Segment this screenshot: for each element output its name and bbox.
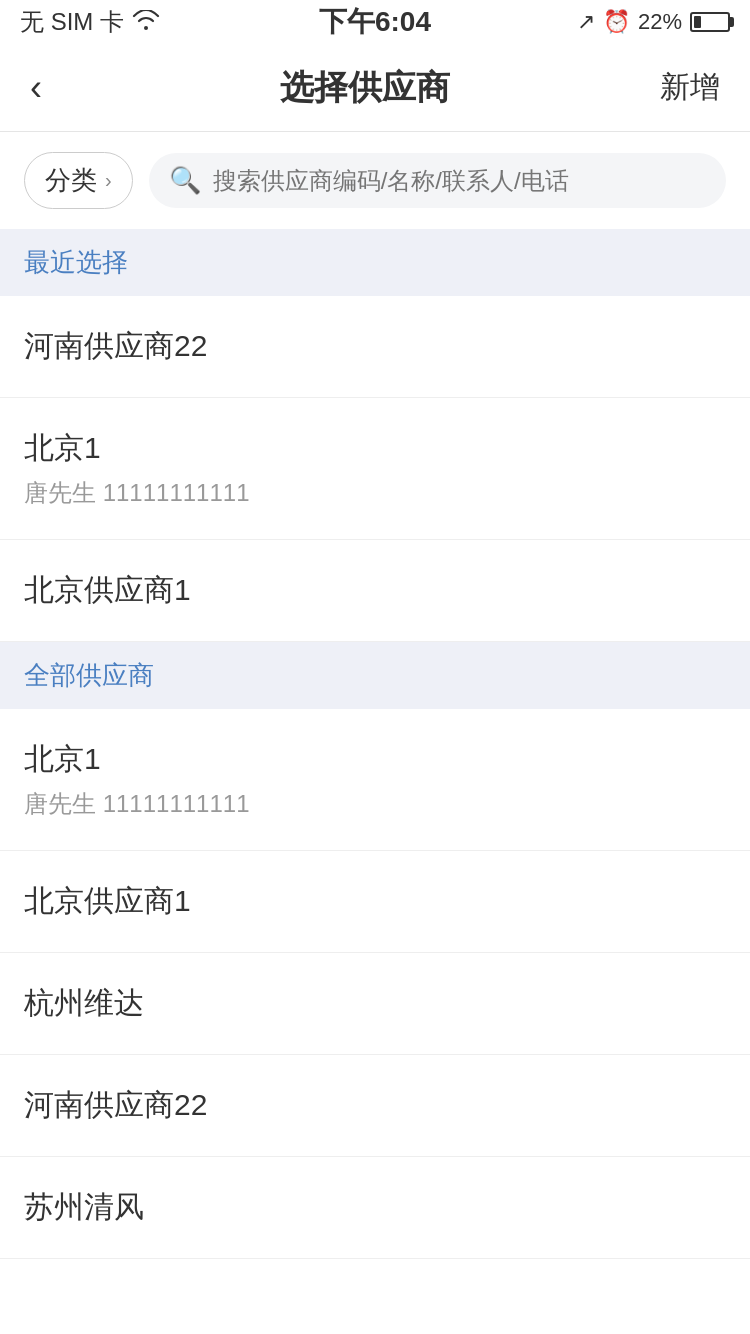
list-item[interactable]: 北京1 唐先生 11111111111 bbox=[0, 398, 750, 540]
list-item[interactable]: 北京供应商1 bbox=[0, 851, 750, 953]
search-area: 分类 › 🔍 bbox=[0, 132, 750, 229]
status-left: 无 SIM 卡 bbox=[20, 6, 160, 38]
search-input[interactable] bbox=[213, 167, 706, 195]
item-name: 北京供应商1 bbox=[24, 881, 726, 922]
battery-icon bbox=[690, 12, 730, 32]
status-right: ↗ ⏰ 22% bbox=[577, 9, 730, 35]
alarm-icon: ⏰ bbox=[603, 9, 630, 35]
all-list: 北京1 唐先生 11111111111 北京供应商1 杭州维达河南供应商22 苏州清风 bbox=[0, 709, 750, 1259]
nav-bar: ‹ 选择供应商 新增 bbox=[0, 44, 750, 132]
list-item[interactable]: 河南供应商22 bbox=[0, 296, 750, 398]
location-icon: ↗ bbox=[577, 9, 595, 35]
add-button[interactable]: 新增 bbox=[640, 67, 720, 108]
search-input-wrapper[interactable]: 🔍 bbox=[149, 153, 726, 208]
item-name: 北京1 bbox=[24, 739, 726, 780]
search-icon: 🔍 bbox=[169, 165, 201, 196]
back-button[interactable]: ‹ bbox=[30, 67, 90, 109]
category-label: 分类 bbox=[45, 163, 97, 198]
category-filter-button[interactable]: 分类 › bbox=[24, 152, 133, 209]
item-sub: 唐先生 11111111111 bbox=[24, 477, 726, 509]
status-time: 下午6:04 bbox=[319, 3, 431, 41]
status-bar: 无 SIM 卡 下午6:04 ↗ ⏰ 22% bbox=[0, 0, 750, 44]
item-name: 苏州清风 bbox=[24, 1187, 726, 1228]
list-item[interactable]: 河南供应商22 bbox=[0, 1055, 750, 1157]
recent-section-header: 最近选择 bbox=[0, 229, 750, 296]
item-name: 河南供应商22 bbox=[24, 1085, 726, 1126]
item-sub: 唐先生 11111111111 bbox=[24, 788, 726, 820]
list-item[interactable]: 杭州维达 bbox=[0, 953, 750, 1055]
all-section-header: 全部供应商 bbox=[0, 642, 750, 709]
page-title: 选择供应商 bbox=[90, 65, 640, 111]
item-name: 北京1 bbox=[24, 428, 726, 469]
list-item[interactable]: 北京1 唐先生 11111111111 bbox=[0, 709, 750, 851]
list-item[interactable]: 北京供应商1 bbox=[0, 540, 750, 642]
list-item[interactable]: 苏州清风 bbox=[0, 1157, 750, 1259]
item-name: 杭州维达 bbox=[24, 983, 726, 1024]
item-name: 河南供应商22 bbox=[24, 326, 726, 367]
battery-percent: 22% bbox=[638, 9, 682, 35]
wifi-icon bbox=[132, 8, 160, 36]
chevron-right-icon: › bbox=[105, 169, 112, 192]
no-sim-label: 无 SIM 卡 bbox=[20, 6, 124, 38]
recent-list: 河南供应商22 北京1 唐先生 11111111111 北京供应商1 bbox=[0, 296, 750, 642]
item-name: 北京供应商1 bbox=[24, 570, 726, 611]
